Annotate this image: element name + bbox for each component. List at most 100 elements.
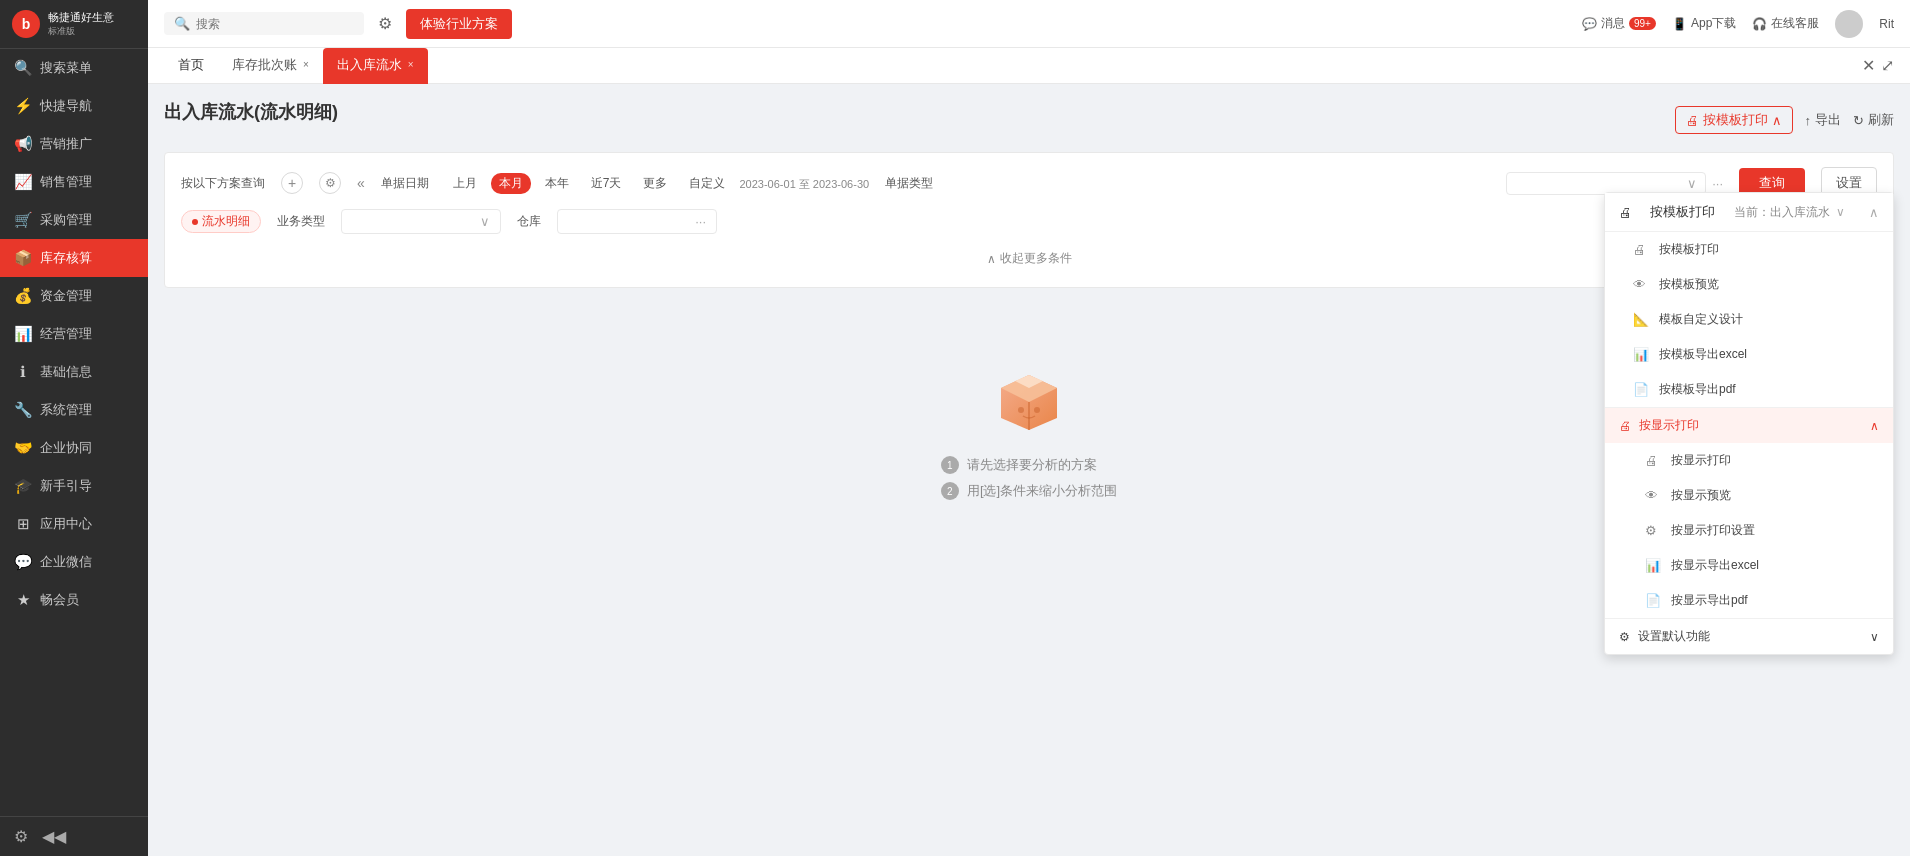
- dropdown-item-display-settings[interactable]: ⚙ 按显示打印设置: [1605, 513, 1893, 548]
- header-search-area[interactable]: 🔍: [164, 12, 364, 35]
- date-more-btn[interactable]: 更多: [635, 173, 675, 194]
- dropdown-item-display-print[interactable]: 🖨 按显示打印: [1605, 443, 1893, 478]
- sidebar-item-operations[interactable]: 📊 经营管理: [0, 315, 148, 353]
- tab-close-active-icon[interactable]: ×: [408, 59, 414, 70]
- cooperation-icon: 🤝: [14, 439, 32, 457]
- warehouse-select[interactable]: ···: [557, 209, 717, 234]
- header-settings-icon[interactable]: ⚙: [374, 10, 396, 37]
- sidebar-item-enterprise-wechat[interactable]: 💬 企业微信: [0, 543, 148, 581]
- guide-icon: 🎓: [14, 477, 32, 495]
- date-label: 单据日期: [381, 175, 429, 192]
- tip-text-1: 请先选择要分析的方案: [967, 456, 1097, 474]
- search-input[interactable]: [196, 17, 316, 31]
- sidebar-item-label: 库存核算: [40, 249, 92, 267]
- sidebar-item-label: 资金管理: [40, 287, 92, 305]
- tab-inventory-batch[interactable]: 库存批次账 ×: [218, 48, 323, 84]
- warehouse-more-icon: ···: [695, 214, 706, 229]
- logo-icon: b: [12, 10, 40, 38]
- dropdown-item-display-excel[interactable]: 📊 按显示导出excel: [1605, 548, 1893, 583]
- display-pdf-icon: 📄: [1645, 593, 1661, 608]
- refresh-btn[interactable]: ↻ 刷新: [1853, 111, 1894, 129]
- dropdown-header-right: 当前：出入库流水 ∨: [1734, 204, 1845, 221]
- tab-stock-flow[interactable]: 出入库流水 ×: [323, 48, 428, 84]
- sidebar-item-label: 经营管理: [40, 325, 92, 343]
- filter-collapse-button[interactable]: «: [357, 175, 365, 191]
- printer-icon: 🖨: [1686, 113, 1699, 128]
- dropdown-item-template-pdf[interactable]: 📄 按模板导出pdf: [1605, 372, 1893, 407]
- date-this-month-btn[interactable]: 本月: [491, 173, 531, 194]
- section-arrow-up: ∧: [1870, 419, 1879, 433]
- marketing-icon: 📢: [14, 135, 32, 153]
- display-preview-label: 按显示预览: [1671, 487, 1731, 504]
- online-service-label: 在线客服: [1771, 15, 1819, 32]
- tab-close-icon[interactable]: ×: [303, 59, 309, 70]
- date-this-year-btn[interactable]: 本年: [537, 173, 577, 194]
- print-template-btn[interactable]: 🖨 按模板打印 ∧: [1675, 106, 1793, 134]
- sidebar-item-inventory[interactable]: 📦 库存核算: [0, 239, 148, 277]
- online-service-btn[interactable]: 🎧 在线客服: [1752, 15, 1819, 32]
- sidebar-item-membership[interactable]: ★ 畅会员: [0, 581, 148, 619]
- chevron-up-small-icon: ∧: [987, 252, 996, 266]
- sidebar-collapse-icon[interactable]: ◀◀: [42, 827, 66, 846]
- sidebar-item-search[interactable]: 🔍 搜索菜单: [0, 49, 148, 87]
- message-btn[interactable]: 💬 消息 99+: [1582, 15, 1656, 32]
- template-excel-label: 按模板导出excel: [1659, 346, 1747, 363]
- date-7days-btn[interactable]: 近7天: [583, 173, 630, 194]
- dropdown-footer[interactable]: ⚙ 设置默认功能 ∨: [1605, 619, 1893, 654]
- export-icon: ↑: [1805, 113, 1812, 128]
- sidebar-item-app-center[interactable]: ⊞ 应用中心: [0, 505, 148, 543]
- filter-scheme-label: 按以下方案查询: [181, 175, 265, 192]
- window-close-btn[interactable]: ✕: [1862, 56, 1875, 75]
- refresh-label: 刷新: [1868, 111, 1894, 129]
- template-pdf-icon: 📄: [1633, 382, 1649, 397]
- dropdown-arrow-up[interactable]: ∧: [1869, 205, 1879, 220]
- sidebar-logo: b 畅捷通好生意 标准版: [0, 0, 148, 49]
- sidebar-item-purchase[interactable]: 🛒 采购管理: [0, 201, 148, 239]
- empty-icon: [989, 360, 1069, 440]
- dropdown-item-template-preview[interactable]: 👁 按模板预览: [1605, 267, 1893, 302]
- business-type-chevron: ∨: [480, 214, 490, 229]
- svg-point-5: [1034, 407, 1040, 413]
- export-label: 导出: [1815, 111, 1841, 129]
- export-btn[interactable]: ↑ 导出: [1805, 111, 1842, 129]
- dropdown-item-template-excel[interactable]: 📊 按模板导出excel: [1605, 337, 1893, 372]
- more-options-icon[interactable]: ···: [1712, 176, 1723, 191]
- dropdown-item-display-preview[interactable]: 👁 按显示预览: [1605, 478, 1893, 513]
- sidebar-item-cooperation[interactable]: 🤝 企业协同: [0, 429, 148, 467]
- sidebar-item-guide[interactable]: 🎓 新手引导: [0, 467, 148, 505]
- app-download-label: App下载: [1691, 15, 1736, 32]
- app-download-icon: 📱: [1672, 17, 1687, 31]
- dropdown-item-display-pdf[interactable]: 📄 按显示导出pdf: [1605, 583, 1893, 618]
- window-expand-btn[interactable]: ⤢: [1881, 56, 1894, 75]
- dropdown-arrow-down[interactable]: ∨: [1836, 205, 1845, 219]
- sidebar-bottom: ⚙ ◀◀: [0, 816, 148, 856]
- page-top-bar: 出入库流水(流水明细) 🖨 按模板打印 ∧ ↑ 导出 ↻ 刷新: [164, 100, 1894, 140]
- date-prev-month-btn[interactable]: 上月: [445, 173, 485, 194]
- sidebar-settings-icon[interactable]: ⚙: [14, 827, 28, 846]
- sidebar-item-sales[interactable]: 📈 销售管理: [0, 163, 148, 201]
- header-right: 💬 消息 99+ 📱 App下载 🎧 在线客服 Rit: [1582, 10, 1894, 38]
- sidebar-item-basic[interactable]: ℹ 基础信息: [0, 353, 148, 391]
- sidebar-item-label: 畅会员: [40, 591, 79, 609]
- sidebar-item-marketing[interactable]: 📢 营销推广: [0, 125, 148, 163]
- filter-settings-button[interactable]: ⚙: [319, 172, 341, 194]
- quick-nav-icon: ⚡: [14, 97, 32, 115]
- tip-text-2: 用[选]条件来缩小分析范围: [967, 482, 1117, 500]
- app-download-btn[interactable]: 📱 App下载: [1672, 15, 1736, 32]
- sidebar-item-finance[interactable]: 💰 资金管理: [0, 277, 148, 315]
- app-center-icon: ⊞: [14, 515, 32, 533]
- enterprise-wechat-icon: 💬: [14, 553, 32, 571]
- dropdown-item-template-design[interactable]: 📐 模板自定义设计: [1605, 302, 1893, 337]
- purchase-icon: 🛒: [14, 211, 32, 229]
- sidebar-item-quick-nav[interactable]: ⚡ 快捷导航: [0, 87, 148, 125]
- tab-home[interactable]: 首页: [164, 48, 218, 84]
- user-avatar[interactable]: [1835, 10, 1863, 38]
- dropdown-display-section-header[interactable]: 🖨 按显示打印 ∧: [1605, 408, 1893, 443]
- business-type-select[interactable]: ∨: [341, 209, 501, 234]
- trial-button[interactable]: 体验行业方案: [406, 9, 512, 39]
- sales-icon: 📈: [14, 173, 32, 191]
- dropdown-item-template-print[interactable]: 🖨 按模板打印: [1605, 232, 1893, 267]
- date-custom-btn[interactable]: 自定义: [681, 173, 733, 194]
- sidebar-item-system[interactable]: 🔧 系统管理: [0, 391, 148, 429]
- filter-add-button[interactable]: +: [281, 172, 303, 194]
